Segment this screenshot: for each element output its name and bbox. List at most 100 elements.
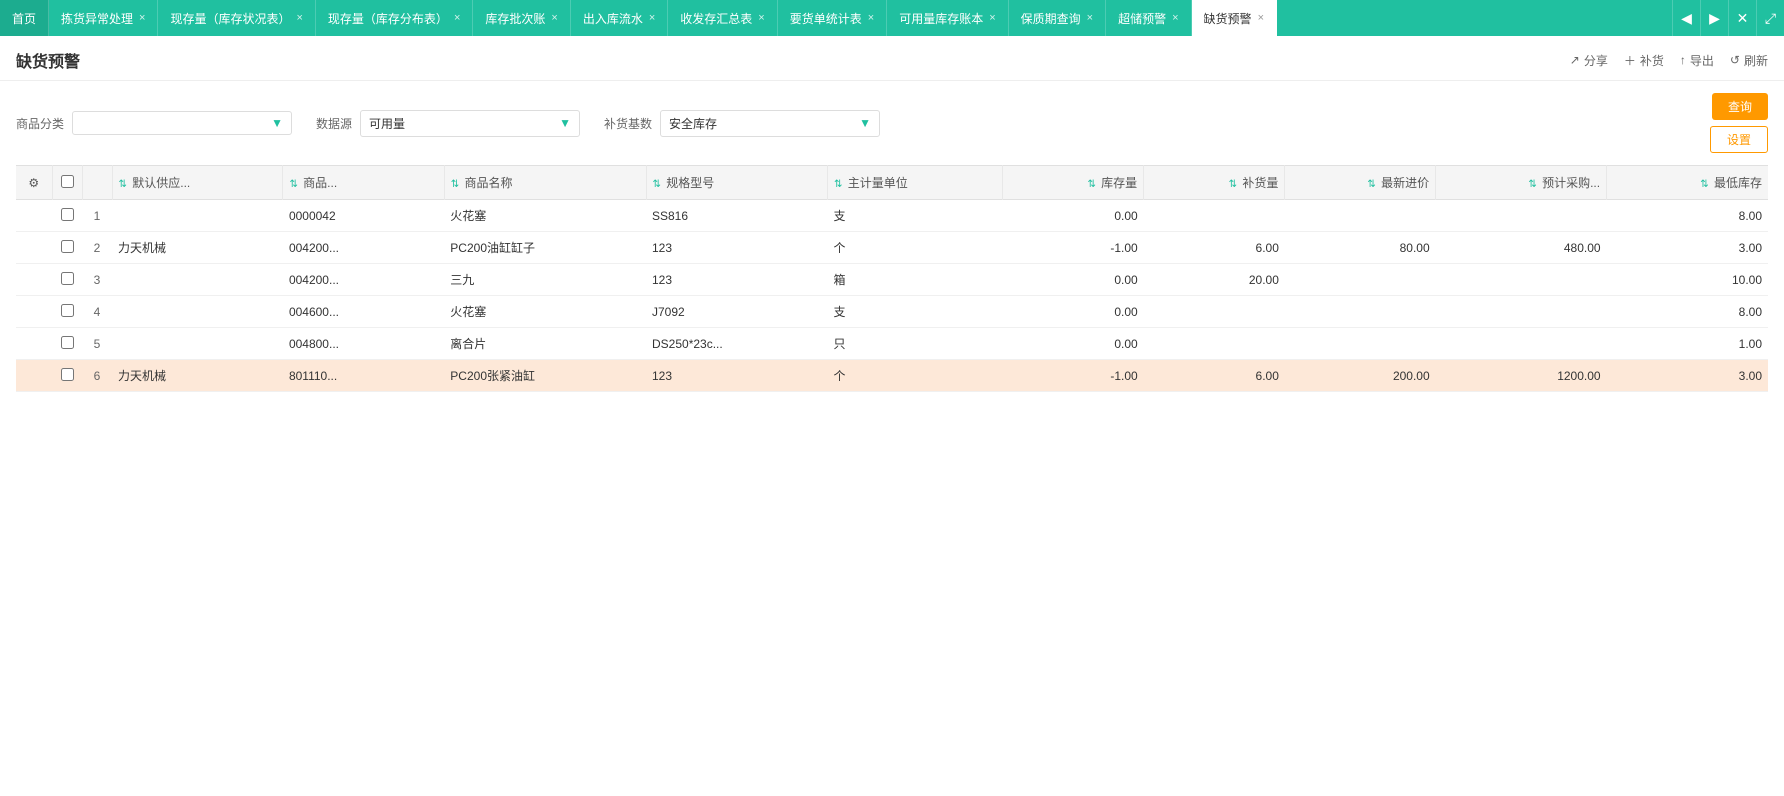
tab-inout-flow[interactable]: 出入库流水 × [571, 0, 668, 36]
row-gear-cell [16, 200, 52, 232]
category-filter: 商品分类 ▼ [16, 111, 292, 135]
th-price[interactable]: ⇅ 最新进价 [1285, 166, 1436, 200]
row-stock: 0.00 [1003, 296, 1144, 328]
datasource-value: 可用量 [369, 115, 551, 132]
category-arrow-icon: ▼ [271, 116, 283, 130]
category-select[interactable]: ▼ [72, 111, 292, 135]
tab-expand[interactable]: ⤢ [1756, 0, 1784, 36]
query-button[interactable]: 查询 [1712, 93, 1768, 120]
tab-close-shortage[interactable]: × [1258, 12, 1264, 24]
tab-nav-next[interactable]: ▶ [1700, 0, 1728, 36]
row-price [1285, 200, 1436, 232]
tab-receipt-summary[interactable]: 收发存汇总表 × [668, 0, 777, 36]
shortage-table: ⚙ ⇅ 默认供应... ⇅ 商品... ⇅ [16, 165, 1768, 392]
row-checkbox[interactable] [61, 368, 74, 381]
th-est-purchase[interactable]: ⇅ 预计采购... [1436, 166, 1607, 200]
th-code[interactable]: ⇅ 商品... [283, 166, 444, 200]
tab-expiry-query[interactable]: 保质期查询 × [1009, 0, 1106, 36]
row-supplier [112, 296, 283, 328]
tab-available-ledger[interactable]: 可用量库存账本 × [887, 0, 1008, 36]
tab-bar: 首页 拣货异常处理 × 现存量（库存状况表） × 现存量（库存分布表） × 库存… [0, 0, 1784, 36]
th-gear[interactable]: ⚙ [16, 166, 52, 200]
tab-close-inout-flow[interactable]: × [649, 12, 655, 24]
row-unit: 个 [828, 360, 1003, 392]
row-checkbox-cell[interactable] [52, 200, 82, 232]
replenish-icon: ＋ [1624, 52, 1636, 69]
filter-actions: 查询 设置 [1710, 93, 1768, 153]
replenish-base-label: 补货基数 [604, 115, 652, 132]
select-all-checkbox[interactable] [61, 175, 74, 188]
share-action[interactable]: ↗ 分享 [1570, 52, 1608, 69]
tab-batch-account[interactable]: 库存批次账 × [473, 0, 570, 36]
row-supplier [112, 200, 283, 232]
row-index: 2 [82, 232, 112, 264]
tab-demand-stat[interactable]: 要货单统计表 × [778, 0, 887, 36]
tab-overstock[interactable]: 超储预警 × [1106, 0, 1191, 36]
th-stock[interactable]: ⇅ 库存量 [1003, 166, 1144, 200]
row-checkbox[interactable] [61, 336, 74, 349]
tab-close-stock-dist[interactable]: × [454, 12, 460, 24]
tab-close-all[interactable]: ✕ [1728, 0, 1756, 36]
tab-close-stock-status[interactable]: × [296, 12, 302, 24]
row-checkbox-cell[interactable] [52, 296, 82, 328]
row-spec: DS250*23c... [646, 328, 828, 360]
row-min-stock: 1.00 [1607, 328, 1768, 360]
th-index [82, 166, 112, 200]
replenish-action[interactable]: ＋ 补货 [1624, 52, 1664, 69]
tab-close-overstock[interactable]: × [1172, 12, 1178, 24]
replenish-base-select[interactable]: 安全库存 ▼ [660, 110, 880, 137]
refresh-action[interactable]: ↺ 刷新 [1730, 52, 1768, 69]
settings-button[interactable]: 设置 [1710, 126, 1768, 153]
tab-close-expiry-query[interactable]: × [1087, 12, 1093, 24]
sort-stock-icon: ⇅ [1087, 179, 1095, 190]
tab-stock-status[interactable]: 现存量（库存状况表） × [158, 0, 315, 36]
tab-home[interactable]: 首页 [0, 0, 49, 36]
tab-close-demand-stat[interactable]: × [868, 12, 874, 24]
row-gear-cell [16, 264, 52, 296]
th-name[interactable]: ⇅ 商品名称 [444, 166, 646, 200]
sort-min-stock-icon: ⇅ [1700, 179, 1708, 190]
row-price [1285, 328, 1436, 360]
datasource-select[interactable]: 可用量 ▼ [360, 110, 580, 137]
row-checkbox[interactable] [61, 304, 74, 317]
header-actions: ↗ 分享 ＋ 补货 ↑ 导出 ↺ 刷新 [1570, 52, 1768, 69]
row-checkbox[interactable] [61, 240, 74, 253]
table-row: 1 0000042 火花塞 SS816 支 0.00 8.00 [16, 200, 1768, 232]
row-checkbox[interactable] [61, 208, 74, 221]
row-price: 80.00 [1285, 232, 1436, 264]
datasource-label: 数据源 [316, 115, 352, 132]
row-replenish: 20.00 [1144, 264, 1285, 296]
tab-close-abnormal[interactable]: × [139, 12, 145, 24]
tab-abnormal[interactable]: 拣货异常处理 × [49, 0, 158, 36]
row-name: PC200张紧油缸 [444, 360, 646, 392]
row-price [1285, 264, 1436, 296]
row-stock: 0.00 [1003, 328, 1144, 360]
export-action[interactable]: ↑ 导出 [1680, 52, 1714, 69]
th-replenish[interactable]: ⇅ 补货量 [1144, 166, 1285, 200]
sort-price-icon: ⇅ [1367, 179, 1375, 190]
row-checkbox[interactable] [61, 272, 74, 285]
tab-nav-prev[interactable]: ◀ [1672, 0, 1700, 36]
tab-close-receipt-summary[interactable]: × [758, 12, 764, 24]
row-checkbox-cell[interactable] [52, 264, 82, 296]
tab-close-available-ledger[interactable]: × [989, 12, 995, 24]
row-replenish: 6.00 [1144, 232, 1285, 264]
tab-shortage[interactable]: 缺货预警 × [1192, 0, 1277, 36]
sort-unit-icon: ⇅ [834, 179, 842, 190]
th-unit[interactable]: ⇅ 主计量单位 [828, 166, 1003, 200]
row-checkbox-cell[interactable] [52, 232, 82, 264]
row-est-purchase: 480.00 [1436, 232, 1607, 264]
th-min-stock[interactable]: ⇅ 最低库存 [1607, 166, 1768, 200]
tab-stock-dist[interactable]: 现存量（库存分布表） × [316, 0, 473, 36]
tab-close-batch-account[interactable]: × [551, 12, 557, 24]
row-price: 200.00 [1285, 360, 1436, 392]
th-checkbox[interactable] [52, 166, 82, 200]
row-checkbox-cell[interactable] [52, 360, 82, 392]
row-checkbox-cell[interactable] [52, 328, 82, 360]
row-est-purchase: 1200.00 [1436, 360, 1607, 392]
th-spec[interactable]: ⇅ 规格型号 [646, 166, 828, 200]
row-spec: 123 [646, 360, 828, 392]
row-unit: 支 [828, 200, 1003, 232]
th-supplier[interactable]: ⇅ 默认供应... [112, 166, 283, 200]
row-supplier [112, 264, 283, 296]
